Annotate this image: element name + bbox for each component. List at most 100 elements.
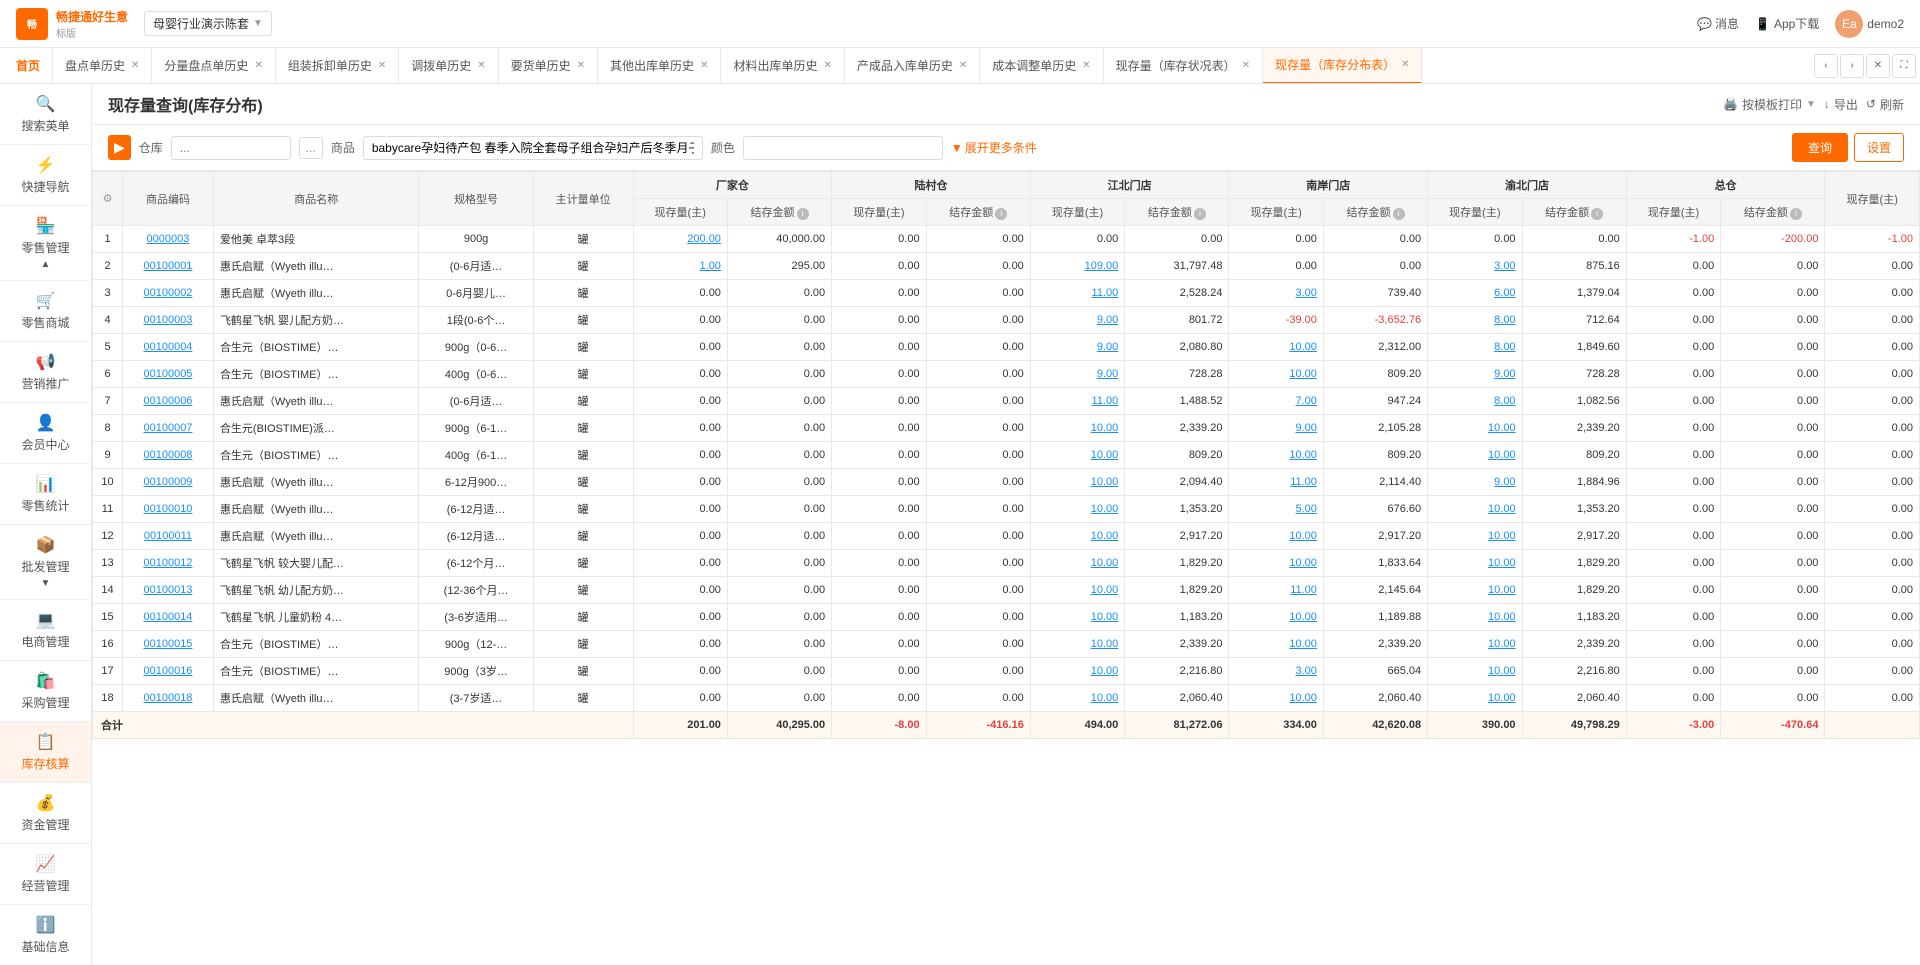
sidebar-item-wholesale[interactable]: 📦 批发管理 ▼ [0, 525, 91, 600]
cell-code[interactable]: 00100001 [123, 253, 214, 280]
fj-amt-info-icon[interactable]: i [797, 208, 809, 220]
cell-na-amt: 947.24 [1323, 388, 1427, 415]
sidebar-item-finance[interactable]: 💰 资金管理 [0, 783, 91, 844]
th-nanan-store: 南岸门店 [1229, 172, 1428, 199]
tab-close-icon[interactable]: ✕ [700, 60, 708, 71]
sidebar-item-purchase[interactable]: 🛍️ 采购管理 [0, 661, 91, 722]
sidebar-item-search[interactable]: 🔍 搜索英单 [0, 84, 91, 145]
cell-code[interactable]: 00100005 [123, 361, 214, 388]
tab-close-icon[interactable]: ✕ [477, 60, 485, 71]
cell-code[interactable]: 00100014 [123, 604, 214, 631]
na-amt-info-icon[interactable]: i [1393, 208, 1405, 220]
tab-close-icon[interactable]: ✕ [1401, 59, 1409, 70]
wholesale-icon: 📦 [36, 535, 56, 555]
sidebar-item-retail-stats[interactable]: 📊 零售统计 [0, 464, 91, 525]
cell-code[interactable]: 00100007 [123, 415, 214, 442]
tab-close-icon[interactable]: ✕ [254, 60, 262, 71]
cell-code[interactable]: 00100010 [123, 496, 214, 523]
gear-icon[interactable]: ⚙ [103, 193, 113, 205]
goods-input[interactable] [363, 136, 703, 160]
sidebar-item-operations[interactable]: 📈 经营管理 [0, 844, 91, 905]
tab-zcxd-history[interactable]: 组装拆卸单历史 ✕ [276, 48, 399, 84]
sidebar-item-mall[interactable]: 🛒 零售商城 [0, 281, 91, 342]
print-btn[interactable]: 🖨️ 按模板打印 ▼ [1723, 96, 1816, 113]
cell-code[interactable]: 00100015 [123, 631, 214, 658]
sidebar-item-basic-info[interactable]: ℹ️ 基础信息 [0, 905, 91, 965]
tab-fl-history[interactable]: 分量盘点单历史 ✕ [152, 48, 275, 84]
industry-dropdown[interactable]: 母婴行业演示陈套 ▼ [144, 11, 272, 36]
tab-kczk[interactable]: 现存量（库存状况表） ✕ [1104, 48, 1263, 84]
cell-code[interactable]: 00100016 [123, 658, 214, 685]
jb-amt-info-icon[interactable]: i [1194, 208, 1206, 220]
tab-db-history[interactable]: 调拨单历史 ✕ [399, 48, 498, 84]
th-fj-qty: 现存量(主) [633, 199, 727, 226]
nav-next-btn[interactable]: › [1840, 54, 1864, 78]
tab-kcfb[interactable]: 现存量（库存分布表） ✕ [1263, 48, 1422, 84]
cell-spec: 900g（3岁… [419, 658, 533, 685]
sidebar-item-ecommerce[interactable]: 💻 电商管理 [0, 600, 91, 661]
cell-jb-amt: 2,060.40 [1125, 685, 1229, 712]
cell-code[interactable]: 00100008 [123, 442, 214, 469]
cell-code[interactable]: 00100011 [123, 523, 214, 550]
cell-code[interactable]: 00100012 [123, 550, 214, 577]
tab-cbtj-history[interactable]: 成本调整单历史 ✕ [980, 48, 1103, 84]
cell-spec: (6-12个月… [419, 550, 533, 577]
cell-code[interactable]: 0000003 [123, 226, 214, 253]
tab-close-icon[interactable]: ✕ [577, 60, 585, 71]
export-btn[interactable]: ↓ 导出 [1824, 96, 1858, 113]
tab-close-icon[interactable]: ✕ [1242, 60, 1250, 71]
tab-qtck-history[interactable]: 其他出库单历史 ✕ [598, 48, 721, 84]
tab-ccrk-history[interactable]: 产成品入库单历史 ✕ [845, 48, 980, 84]
cell-na-qty: 9.00 [1229, 415, 1323, 442]
tab-yh-history[interactable]: 要货单历史 ✕ [499, 48, 598, 84]
cell-code[interactable]: 00100004 [123, 334, 214, 361]
sidebar-item-marketing[interactable]: 📢 营销推广 [0, 342, 91, 403]
cell-zc-amt: -200.00 [1721, 226, 1825, 253]
warehouse-ellipsis-btn[interactable]: ... [299, 137, 323, 159]
cell-code[interactable]: 00100013 [123, 577, 214, 604]
refresh-btn[interactable]: ↺ 刷新 [1866, 96, 1904, 113]
tab-clck-history[interactable]: 材料出库单历史 ✕ [721, 48, 844, 84]
tab-close-icon[interactable]: ✕ [378, 60, 386, 71]
cell-code[interactable]: 00100002 [123, 280, 214, 307]
cell-yb-qty: 10.00 [1428, 496, 1522, 523]
cell-fj-qty: 0.00 [633, 496, 727, 523]
app-download-btn[interactable]: 📱 App下载 [1755, 15, 1819, 32]
cell-yb-amt: 2,339.20 [1522, 631, 1626, 658]
tab-close-icon[interactable]: ✕ [959, 60, 967, 71]
settings-btn[interactable]: 设置 [1854, 133, 1904, 162]
nav-prev-btn[interactable]: ‹ [1814, 54, 1838, 78]
cell-fj-qty: 0.00 [633, 469, 727, 496]
th-code: 商品编码 [123, 172, 214, 226]
zc-amt-info-icon[interactable]: i [1790, 208, 1802, 220]
sidebar-item-member[interactable]: 👤 会员中心 [0, 403, 91, 464]
cell-code[interactable]: 00100009 [123, 469, 214, 496]
cell-code[interactable]: 00100006 [123, 388, 214, 415]
color-input[interactable] [743, 136, 943, 160]
th-lc-amt: 结存金额i [926, 199, 1030, 226]
sidebar-item-nav[interactable]: ⚡ 快捷导航 [0, 145, 91, 206]
sidebar-item-retail-mgmt[interactable]: 🏪 零售管理 ▲ [0, 206, 91, 281]
th-jb-amt: 结存金额i [1125, 199, 1229, 226]
tab-close-icon[interactable]: ✕ [131, 60, 139, 71]
expand-conditions-btn[interactable]: ▼ 展开更多条件 [951, 139, 1037, 156]
query-btn[interactable]: 查询 [1792, 133, 1848, 162]
cell-code[interactable]: 00100018 [123, 685, 214, 712]
tab-close-icon[interactable]: ✕ [823, 60, 831, 71]
warehouse-input[interactable] [171, 136, 291, 160]
nav-close-btn[interactable]: ✕ [1866, 54, 1890, 78]
message-btn[interactable]: 💬 消息 [1697, 15, 1739, 32]
filter-toggle-btn[interactable]: ▶ [108, 135, 131, 160]
lc-amt-info-icon[interactable]: i [995, 208, 1007, 220]
cell-jb-qty: 10.00 [1030, 442, 1124, 469]
cell-code[interactable]: 00100003 [123, 307, 214, 334]
cell-yb-qty: 8.00 [1428, 334, 1522, 361]
table-row: 8 00100007 合生元(BIOSTIME)派… 900g（6-1… 罐 0… [93, 415, 1920, 442]
user-avatar-area[interactable]: Ea demo2 [1835, 10, 1904, 38]
tab-pdd-history[interactable]: 盘点单历史 ✕ [53, 48, 152, 84]
tab-home[interactable]: 首页 [4, 48, 53, 84]
tab-close-icon[interactable]: ✕ [1082, 60, 1090, 71]
nav-expand-btn[interactable]: ⛶ [1892, 54, 1916, 78]
sidebar-item-inventory[interactable]: 📋 库存核算 [0, 722, 91, 783]
yb-amt-info-icon[interactable]: i [1591, 208, 1603, 220]
